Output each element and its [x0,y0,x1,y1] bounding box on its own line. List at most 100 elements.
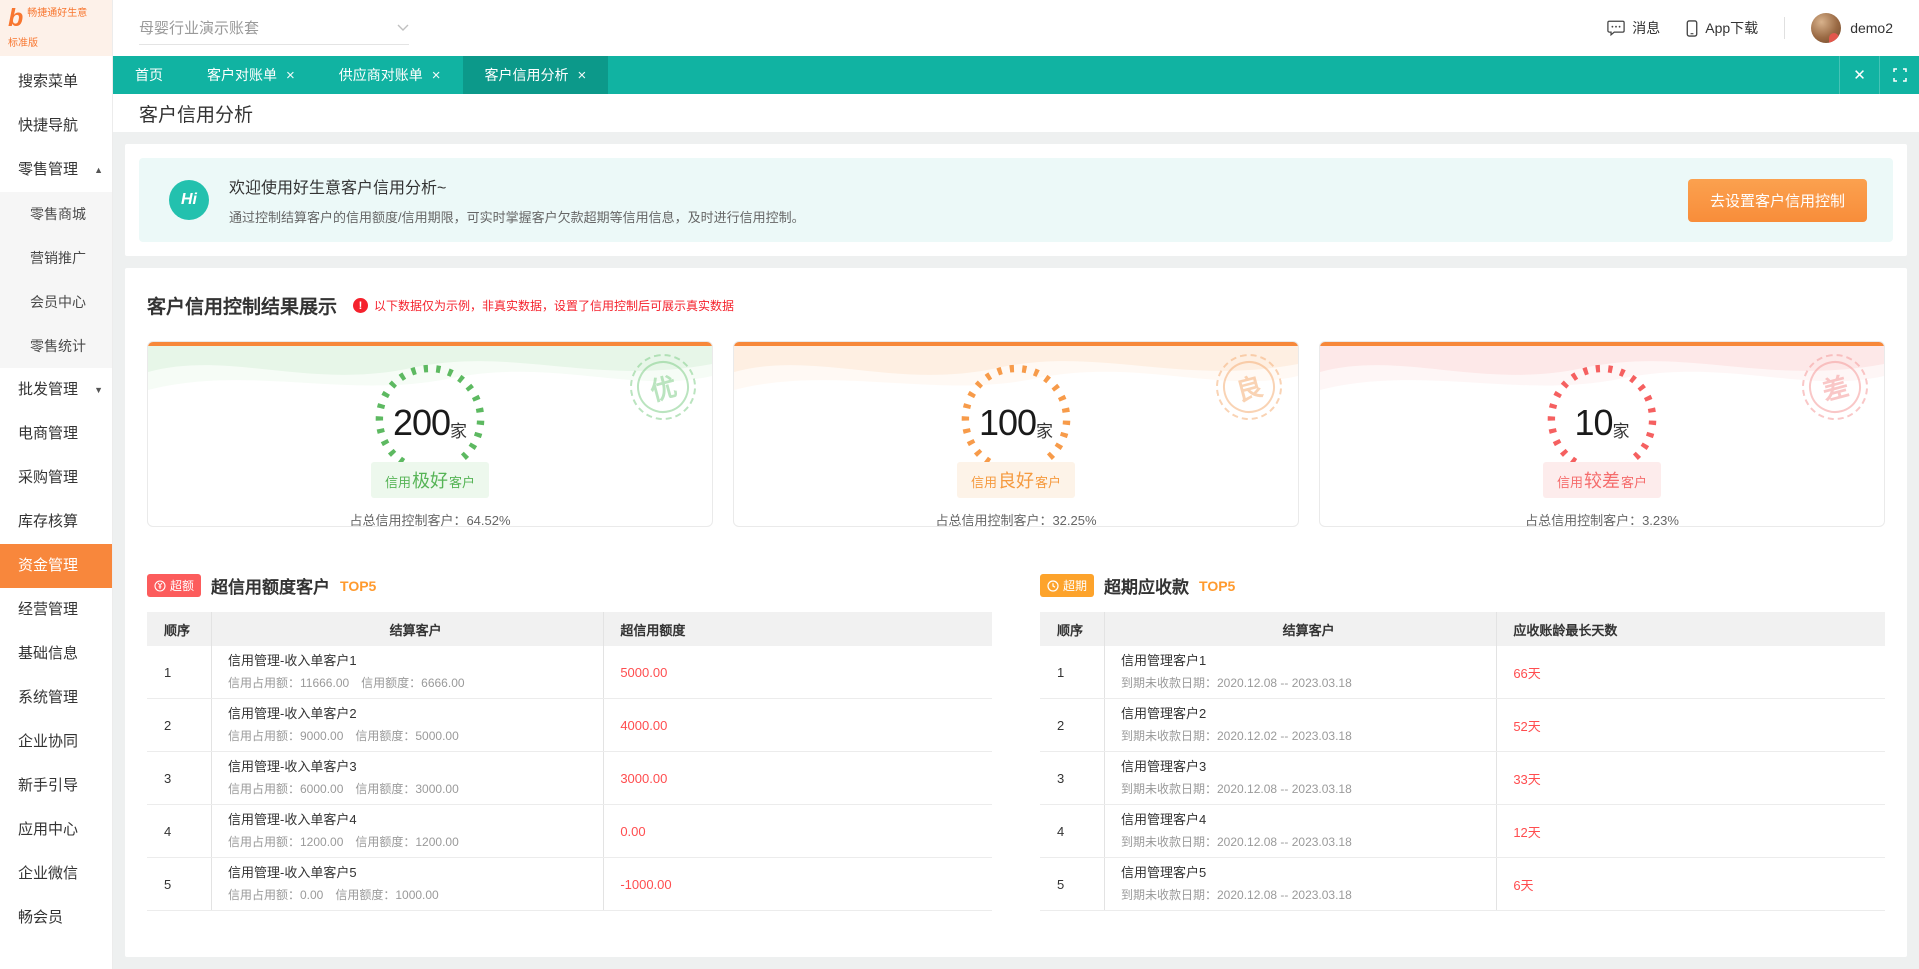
column-header-order: 顺序 [1057,622,1084,638]
credit-summary-cards: 200 家 信用 极好 客户 占总信用控制客户：64.52% 优 100 家 信用良… [147,341,1885,527]
username: demo2 [1850,20,1893,36]
sidebar-item-purchase-mgmt[interactable]: 采购管理 [0,456,112,500]
sidebar-item-label: 应用中心 [18,821,79,838]
row-index: 3 [1057,770,1065,786]
app-window: b 畅捷通好生意 标准版 搜索菜单 快捷导航 零售管理 ▲ 零售商城 营销推广 会… [0,0,1919,969]
app-download-button[interactable]: App下载 [1686,18,1758,38]
sidebar-item-app-center[interactable]: 应用中心 [0,808,112,852]
sidebar-item-enterprise-collab[interactable]: 企业协同 [0,720,112,764]
messages-button[interactable]: 消息 [1607,18,1660,38]
results-title: 客户信用控制结果展示 [147,297,338,318]
account-selector[interactable]: 母婴行业演示账套 [139,11,409,45]
over-credit-badge: 超额 [147,574,202,597]
close-all-tabs-button[interactable]: ✕ [1839,56,1879,94]
grade-stamp-good: 良 [1208,346,1290,428]
tab-close-icon[interactable]: × [578,68,587,83]
overdue-title: 超期应收款 [1104,578,1190,597]
user-menu[interactable]: demo2 [1811,13,1893,43]
customer-count: 10 [1574,402,1613,443]
sidebar-item-label: 批发管理 [18,381,79,398]
grade-stamp-excellent: 优 [622,346,704,428]
customer-detail: 信用占用额：11666.00 信用额度：6666.00 [228,675,465,690]
main-area: 母婴行业演示账套 消息 App下载 demo2 首页 客户对账单 × 供应商对账… [113,0,1919,969]
top5-label: TOP5 [1199,577,1236,594]
sample-data-note-text: 以下数据仅为示例，非真实数据，设置了信用控制后可展示真实数据 [374,299,735,313]
share-of-total: 占总信用控制客户：64.52% [349,513,511,527]
customer-name: 信用管理客户1 [1121,653,1207,669]
credit-card-good: 100 家 信用良好客户 占总信用控制客户：32.25% 良 [733,341,1299,527]
row-index: 2 [1057,717,1065,733]
sidebar-item-funds-mgmt[interactable]: 资金管理 [0,544,112,588]
badge-emphasis: 极好 [412,471,448,491]
sidebar-item-label: 基础信息 [18,645,79,662]
badge-prefix: 信用 [1556,475,1583,490]
brand-edition: 标准版 [8,38,38,49]
stamp-character: 差 [1803,355,1867,419]
sidebar-item-ecommerce-mgmt[interactable]: 电商管理 [0,412,112,456]
customer-name: 信用管理-收入单客户3 [228,759,357,775]
over-credit-value: 3000.00 [620,770,668,786]
warning-icon: ! [353,298,369,313]
tab-customer-statement[interactable]: 客户对账单 × [185,56,317,94]
over-credit-table-head: 超额 超信用额度客户 TOP5 [147,573,992,598]
tab-home[interactable]: 首页 [113,56,185,94]
sidebar-item-retail-stats[interactable]: 零售统计 [0,324,112,368]
table-header-row: 顺序 结算客户 应收账龄最长天数 [1040,612,1885,646]
sidebar-item-retail-mall[interactable]: 零售商城 [0,192,112,236]
customer-detail: 信用占用额：1200.00 信用额度：1200.00 [228,834,459,849]
credit-level-badge: 信用良好客户 [956,462,1076,498]
content: Hi 欢迎使用好生意客户信用分析~ 通过控制结算客户的信用额度/信用期限，可实时… [113,132,1919,969]
sidebar-item-retail-mgmt[interactable]: 零售管理 ▲ [0,148,112,192]
credit-card-poor: 10 家 信用较差客户 占总信用控制客户：3.23% 差 [1319,341,1885,527]
customer-detail: 信用占用额：0.00 信用额度：1000.00 [228,887,439,902]
customer-name: 信用管理-收入单客户1 [228,653,357,669]
sidebar-item-basic-info[interactable]: 基础信息 [0,632,112,676]
customer-count-unit: 家 [450,421,468,441]
sidebar-item-business-mgmt[interactable]: 经营管理 [0,588,112,632]
column-header-customer: 结算客户 [1104,612,1496,646]
customer-name: 信用管理客户4 [1121,812,1207,828]
customer-name: 信用管理-收入单客户4 [228,812,357,828]
sidebar-item-label: 新手引导 [18,777,79,794]
stamp-character: 良 [1217,355,1281,419]
phone-icon [1686,19,1698,37]
sidebar-item-wechat-work[interactable]: 企业微信 [0,852,112,896]
setup-credit-control-button[interactable]: 去设置客户信用控制 [1687,178,1867,222]
overdue-table-head: 超期 超期应收款 TOP5 [1040,573,1885,598]
tabbar-controls: ✕ [1839,56,1919,94]
customer-detail: 到期未收款日期：2020.12.08 -- 2023.03.18 [1121,675,1352,690]
caret-up-icon: ▲ [94,165,103,175]
over-credit-table: 超额 超信用额度客户 TOP5 顺序 结算客户 超信用额度 1 信用管理-收入单… [147,573,992,911]
sidebar-item-wholesale-mgmt[interactable]: 批发管理 ▼ [0,368,112,412]
sidebar-item-beginner-guide[interactable]: 新手引导 [0,764,112,808]
sidebar-item-chang-member[interactable]: 畅会员 [0,896,112,940]
page-title-bar: 客户信用分析 [113,94,1919,132]
table-row: 2 信用管理客户2 到期未收款日期：2020.12.02 -- 2023.03.1… [1040,699,1885,752]
fullscreen-button[interactable] [1879,56,1919,94]
results-section-head: 客户信用控制结果展示 ! 以下数据仅为示例，非真实数据，设置了信用控制后可展示真… [147,292,1885,319]
tab-close-icon[interactable]: × [432,68,441,83]
badge-suffix: 客户 [1621,475,1648,490]
sidebar-item-system-mgmt[interactable]: 系统管理 [0,676,112,720]
tab-close-icon[interactable]: × [286,68,295,83]
message-icon [1607,20,1625,36]
sidebar-item-inventory-accounting[interactable]: 库存核算 [0,500,112,544]
table-row: 1 信用管理客户1 到期未收款日期：2020.12.08 -- 2023.03.1… [1040,646,1885,699]
tab-customer-credit-analysis[interactable]: 客户信用分析 × [462,56,609,94]
customer-count: 200 [392,402,451,443]
sidebar-item-member-center[interactable]: 会员中心 [0,280,112,324]
brand-logo-block[interactable]: b 畅捷通好生意 标准版 [0,0,112,56]
topbar-divider [1784,17,1786,39]
sidebar-item-marketing[interactable]: 营销推广 [0,236,112,280]
chevron-down-icon [397,24,409,31]
tab-label: 客户对账单 [207,67,277,83]
over-credit-value: 0.00 [620,823,646,839]
sidebar-item-label: 零售商城 [30,206,86,222]
sidebar-submenu-retail: 零售商城 营销推广 会员中心 零售统计 [0,192,112,368]
sidebar-item-label: 快捷导航 [18,117,79,134]
row-index: 4 [1057,823,1065,839]
tab-supplier-statement[interactable]: 供应商对账单 × [317,56,463,94]
sidebar-item-quick-nav[interactable]: 快捷导航 [0,104,112,148]
sidebar-item-search-menu[interactable]: 搜索菜单 [0,60,112,104]
sidebar-item-label: 企业微信 [18,865,79,882]
